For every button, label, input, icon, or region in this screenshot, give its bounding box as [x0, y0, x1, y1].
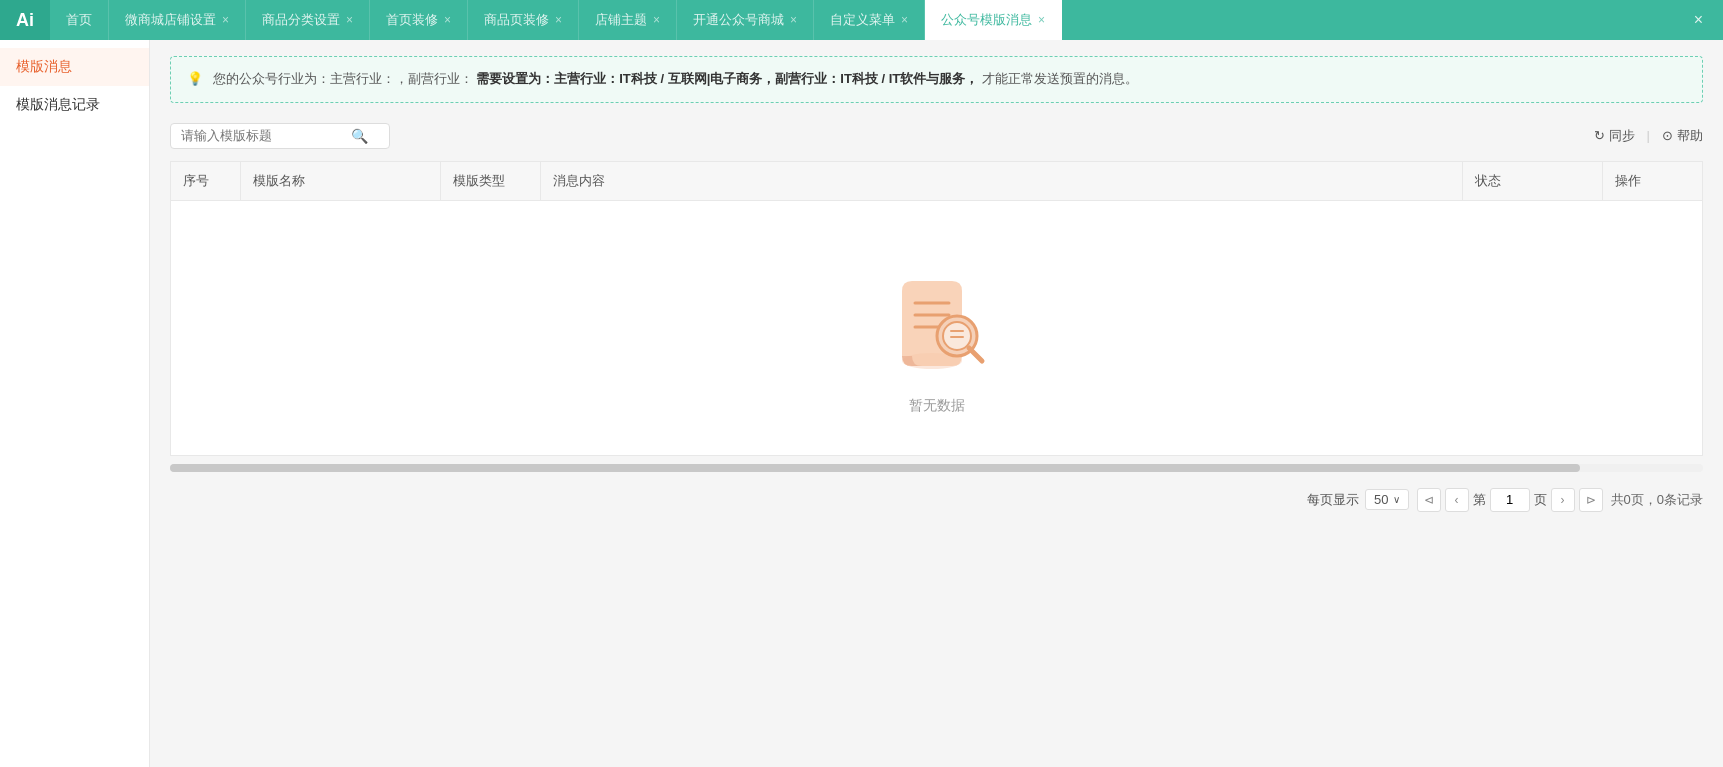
tab-custom-menu[interactable]: 自定义菜单 × — [814, 0, 925, 40]
empty-text: 暂无数据 — [909, 397, 965, 415]
tab-home[interactable]: 首页 — [50, 0, 109, 40]
per-page-dropdown[interactable]: 50 ∨ — [1365, 489, 1408, 510]
search-input[interactable] — [181, 128, 351, 143]
svg-line-6 — [969, 348, 982, 361]
tab-close-custom-menu[interactable]: × — [901, 13, 908, 27]
help-icon: ⊙ — [1662, 128, 1673, 143]
page-input[interactable] — [1490, 488, 1530, 512]
sync-button[interactable]: ↻ 同步 — [1594, 127, 1635, 145]
sidebar-item-template-message-log[interactable]: 模版消息记录 — [0, 86, 149, 124]
tab-home-decoration[interactable]: 首页装修 × — [370, 0, 468, 40]
brand-logo: Ai — [0, 0, 50, 40]
tab-close-product-deco[interactable]: × — [555, 13, 562, 27]
main-layout: 模版消息 模版消息记录 💡 您的公众号行业为：主营行业：，副营行业： 需要设置为… — [0, 40, 1723, 767]
content-area: 💡 您的公众号行业为：主营行业：，副营行业： 需要设置为：主营行业：IT科技 /… — [150, 40, 1723, 767]
page-prev-btn[interactable]: ‹ — [1445, 488, 1469, 512]
tab-bar-close-all[interactable]: × — [1686, 7, 1711, 33]
col-name: 模版名称 — [241, 161, 441, 200]
tab-template-message[interactable]: 公众号模版消息 × — [925, 0, 1062, 40]
notice-banner: 💡 您的公众号行业为：主营行业：，副营行业： 需要设置为：主营行业：IT科技 /… — [170, 56, 1703, 103]
tab-bar: Ai 首页 微商城店铺设置 × 商品分类设置 × 首页装修 × 商品页装修 × … — [0, 0, 1723, 40]
empty-state-row: 暂无数据 — [171, 200, 1703, 455]
empty-illustration — [877, 261, 997, 381]
col-status: 状态 — [1463, 161, 1603, 200]
help-button[interactable]: ⊙ 帮助 — [1662, 127, 1703, 145]
toolbar-row: 🔍 ↻ 同步 | ⊙ 帮助 — [170, 123, 1703, 149]
page-last-btn[interactable]: ⊳ — [1579, 488, 1603, 512]
tab-close-open-mall[interactable]: × — [790, 13, 797, 27]
table-header-row: 序号 模版名称 模版类型 消息内容 状态 操作 — [171, 161, 1703, 200]
page-first-btn[interactable]: ⊲ — [1417, 488, 1441, 512]
tab-category-settings[interactable]: 商品分类设置 × — [246, 0, 370, 40]
toolbar-right: ↻ 同步 | ⊙ 帮助 — [1594, 127, 1703, 145]
page-total: 共0页，0条记录 — [1611, 491, 1703, 509]
tab-close-template-msg[interactable]: × — [1038, 13, 1045, 27]
toolbar-divider: | — [1647, 128, 1650, 143]
empty-state: 暂无数据 — [171, 201, 1702, 455]
tab-close-weshop[interactable]: × — [222, 13, 229, 27]
col-content: 消息内容 — [541, 161, 1463, 200]
col-index: 序号 — [171, 161, 241, 200]
dropdown-icon: ∨ — [1393, 494, 1400, 505]
col-action: 操作 — [1603, 161, 1703, 200]
per-page-select: 每页显示 50 ∨ — [1307, 489, 1408, 510]
data-table: 序号 模版名称 模版类型 消息内容 状态 操作 — [170, 161, 1703, 456]
notice-icon: 💡 — [187, 71, 203, 86]
page-nav: ⊲ ‹ 第 页 › ⊳ — [1417, 488, 1603, 512]
scrollbar-thumb[interactable] — [170, 464, 1580, 472]
tab-store-theme[interactable]: 店铺主题 × — [579, 0, 677, 40]
search-box[interactable]: 🔍 — [170, 123, 390, 149]
tab-open-wechat-mall[interactable]: 开通公众号商城 × — [677, 0, 814, 40]
tab-close-home-deco[interactable]: × — [444, 13, 451, 27]
sidebar: 模版消息 模版消息记录 — [0, 40, 150, 767]
col-type: 模版类型 — [441, 161, 541, 200]
tab-product-decoration[interactable]: 商品页装修 × — [468, 0, 579, 40]
sidebar-item-template-message[interactable]: 模版消息 — [0, 48, 149, 86]
tab-close-store-theme[interactable]: × — [653, 13, 660, 27]
tab-close-category[interactable]: × — [346, 13, 353, 27]
pagination-row: 每页显示 50 ∨ ⊲ ‹ 第 页 › ⊳ 共0页，0条记录 — [170, 480, 1703, 512]
search-icon[interactable]: 🔍 — [351, 128, 368, 144]
sync-icon: ↻ — [1594, 128, 1605, 143]
tab-weshop-settings[interactable]: 微商城店铺设置 × — [109, 0, 246, 40]
horizontal-scrollbar[interactable] — [170, 464, 1703, 472]
page-next-btn[interactable]: › — [1551, 488, 1575, 512]
